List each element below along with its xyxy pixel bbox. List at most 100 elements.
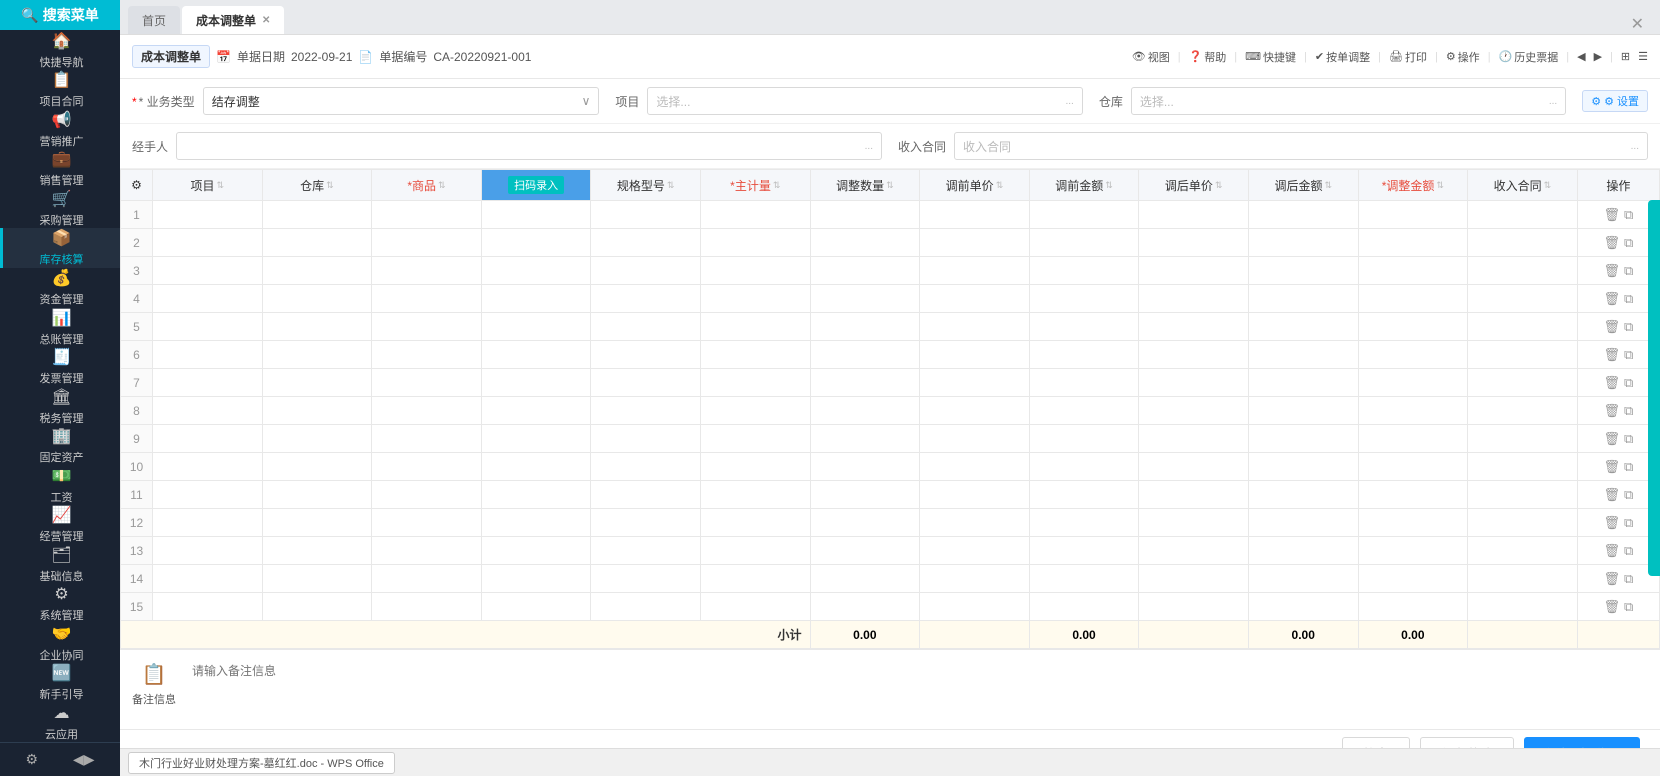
delete-row-icon[interactable]: 🗑 [1603, 235, 1620, 251]
sort-icon-spec[interactable]: ⇅ [667, 180, 675, 191]
table-cell[interactable] [591, 453, 701, 481]
sidebar-item-invoice-mgmt[interactable]: 🧾 发票管理 [0, 347, 120, 387]
table-cell[interactable] [372, 285, 482, 313]
copy-row-icon[interactable]: ⧉ [1624, 431, 1633, 447]
sidebar-logo[interactable]: 🔍 搜索菜单 [0, 0, 120, 30]
table-cell[interactable] [481, 453, 591, 481]
table-cell[interactable] [591, 397, 701, 425]
table-cell[interactable] [591, 313, 701, 341]
table-cell[interactable] [920, 509, 1030, 537]
table-cell[interactable] [810, 481, 920, 509]
table-cell[interactable] [1358, 537, 1468, 565]
table-cell[interactable] [372, 425, 482, 453]
table-cell[interactable] [1248, 285, 1358, 313]
table-cell[interactable] [262, 397, 372, 425]
table-cell[interactable] [1358, 397, 1468, 425]
sort-icon-after-amount[interactable]: ⇅ [1324, 180, 1332, 191]
table-cell[interactable] [700, 565, 810, 593]
table-row[interactable]: 7 🗑 ⧉ [121, 369, 1660, 397]
sidebar-item-cloud-app[interactable]: ☁ 云应用 [0, 703, 120, 743]
table-cell[interactable] [1139, 593, 1249, 621]
table-cell[interactable] [1139, 397, 1249, 425]
table-cell[interactable] [481, 537, 591, 565]
table-cell[interactable] [1248, 397, 1358, 425]
table-cell[interactable] [700, 257, 810, 285]
table-cell[interactable] [1029, 285, 1139, 313]
sort-icon-after-price[interactable]: ⇅ [1215, 180, 1223, 191]
table-cell[interactable] [700, 341, 810, 369]
table-cell[interactable] [700, 201, 810, 229]
nav-next-button[interactable]: ▶ [1594, 50, 1602, 63]
table-cell[interactable] [700, 453, 810, 481]
sidebar-item-fixed-assets[interactable]: 🏢 固定资产 [0, 426, 120, 466]
table-cell[interactable] [481, 425, 591, 453]
copy-row-icon[interactable]: ⧉ [1624, 207, 1633, 223]
table-row[interactable]: 10 🗑 ⧉ [121, 453, 1660, 481]
table-cell[interactable] [1358, 593, 1468, 621]
table-cell[interactable] [1358, 257, 1468, 285]
sidebar-item-purchase-mgmt[interactable]: 🛒 采购管理 [0, 189, 120, 229]
table-cell[interactable] [1358, 425, 1468, 453]
table-cell[interactable] [372, 565, 482, 593]
table-cell[interactable] [810, 453, 920, 481]
delete-row-icon[interactable]: 🗑 [1603, 571, 1620, 587]
table-cell[interactable] [372, 481, 482, 509]
table-cell[interactable] [153, 341, 263, 369]
table-cell[interactable] [1358, 201, 1468, 229]
sort-icon-before-amount[interactable]: ⇅ [1105, 180, 1113, 191]
table-cell[interactable] [1029, 257, 1139, 285]
table-cell[interactable] [920, 341, 1030, 369]
table-cell[interactable] [591, 509, 701, 537]
grid-view-button[interactable]: ⊞ [1621, 50, 1630, 63]
table-cell[interactable] [591, 565, 701, 593]
shortcut-action[interactable]: ⌨ 快捷键 [1245, 49, 1296, 65]
delete-row-icon[interactable]: 🗑 [1603, 319, 1620, 335]
table-cell[interactable] [920, 565, 1030, 593]
col-settings-header[interactable]: ⚙ [121, 170, 153, 201]
table-row[interactable]: 12 🗑 ⧉ [121, 509, 1660, 537]
table-cell[interactable] [591, 229, 701, 257]
col-warehouse-header[interactable]: 仓库 ⇅ [262, 170, 372, 201]
table-row[interactable]: 6 🗑 ⧉ [121, 341, 1660, 369]
table-cell[interactable] [1248, 257, 1358, 285]
delete-row-icon[interactable]: 🗑 [1603, 459, 1620, 475]
table-cell[interactable] [481, 369, 591, 397]
sidebar-item-new-guide[interactable]: 🆕 新手引导 [0, 663, 120, 703]
table-row[interactable]: 4 🗑 ⧉ [121, 285, 1660, 313]
table-cell[interactable] [153, 593, 263, 621]
col-unit-header[interactable]: *主计量 ⇅ [700, 170, 810, 201]
table-cell[interactable] [262, 229, 372, 257]
table-cell[interactable] [1139, 369, 1249, 397]
table-cell[interactable] [1029, 369, 1139, 397]
table-cell[interactable] [1468, 397, 1578, 425]
copy-row-icon[interactable]: ⧉ [1624, 487, 1633, 503]
table-cell[interactable] [262, 565, 372, 593]
delete-row-icon[interactable]: 🗑 [1603, 263, 1620, 279]
table-cell[interactable] [1029, 481, 1139, 509]
table-cell[interactable] [481, 593, 591, 621]
col-after-price-header[interactable]: 调后单价 ⇅ [1139, 170, 1249, 201]
sidebar-item-inventory-calc[interactable]: 📦 库存核算 [0, 228, 120, 268]
table-cell[interactable] [481, 313, 591, 341]
table-cell[interactable] [481, 341, 591, 369]
table-cell[interactable] [481, 201, 591, 229]
tab-close-icon[interactable]: ✕ [262, 15, 270, 26]
table-cell[interactable] [591, 341, 701, 369]
table-cell[interactable] [1248, 313, 1358, 341]
business-type-field[interactable]: 结存调整 ∨ [203, 87, 600, 115]
operation-action[interactable]: ⚙ 操作 [1446, 49, 1480, 65]
table-cell[interactable] [1029, 453, 1139, 481]
table-cell[interactable] [591, 285, 701, 313]
table-cell[interactable] [1139, 509, 1249, 537]
table-cell[interactable] [153, 257, 263, 285]
table-cell[interactable] [153, 229, 263, 257]
table-cell[interactable] [1358, 481, 1468, 509]
sort-icon-warehouse[interactable]: ⇅ [326, 180, 334, 191]
table-cell[interactable] [262, 425, 372, 453]
tab-cost-adjust[interactable]: 成本调整单 ✕ [182, 6, 284, 34]
sort-icon-unit[interactable]: ⇅ [773, 180, 781, 191]
table-cell[interactable] [372, 397, 482, 425]
table-cell[interactable] [262, 481, 372, 509]
table-cell[interactable] [591, 425, 701, 453]
table-cell[interactable] [262, 537, 372, 565]
